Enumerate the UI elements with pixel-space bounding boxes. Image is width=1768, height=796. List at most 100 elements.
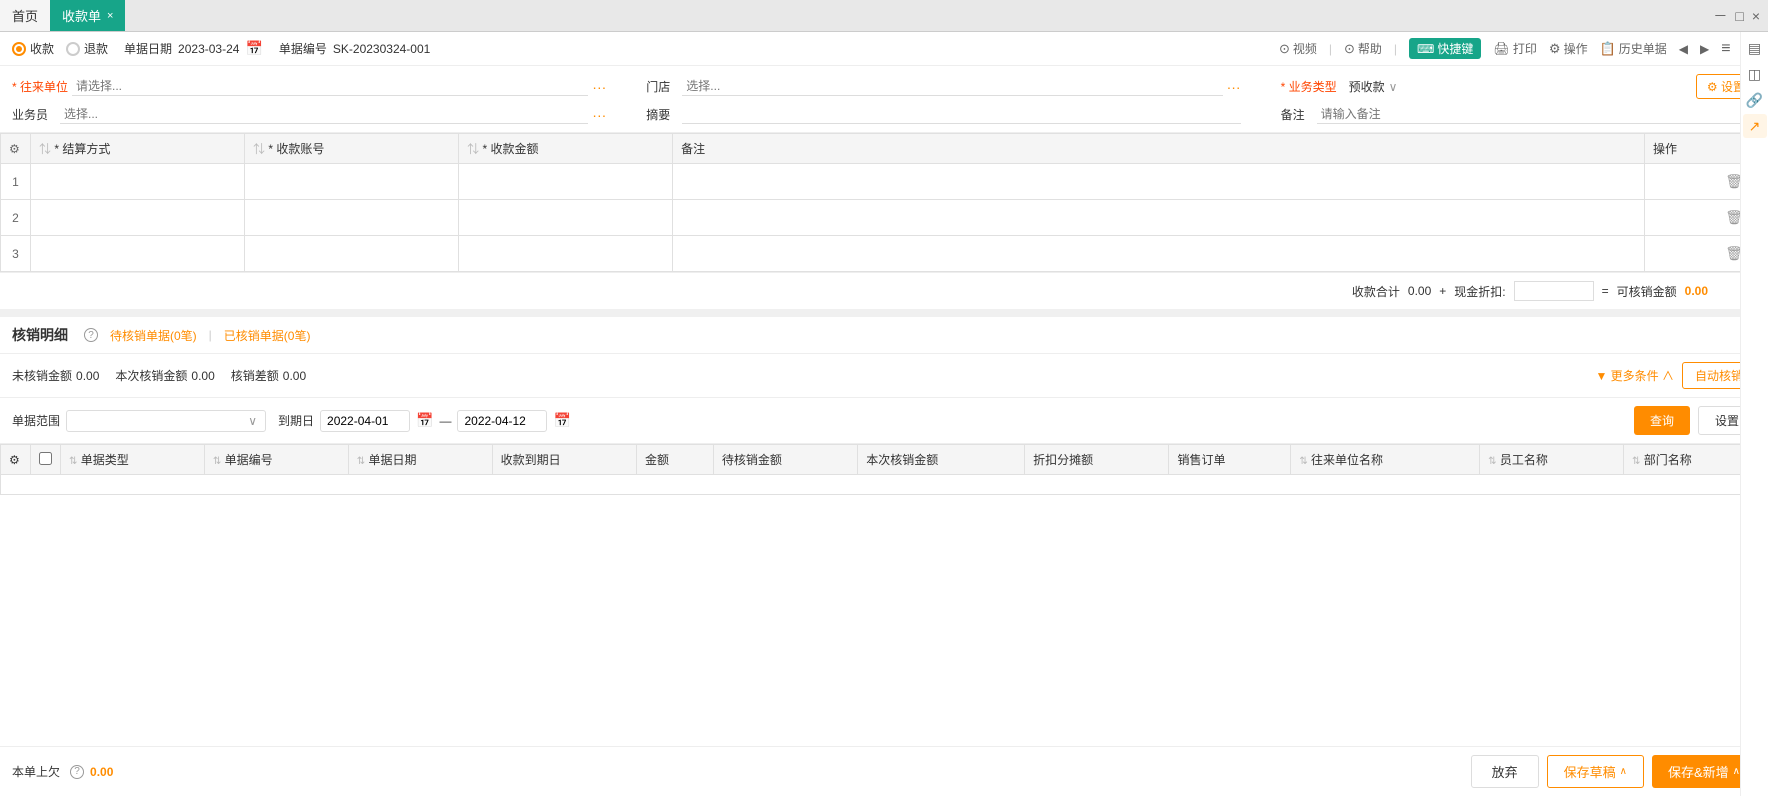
operation-button[interactable]: ⚙ 操作 — [1549, 40, 1588, 57]
tab-home[interactable]: 首页 — [0, 0, 50, 31]
table-gear-icon[interactable]: ⚙ — [9, 142, 20, 156]
bt-col-sales-order: 销售订单 — [1169, 445, 1291, 475]
sidebar-expand-icon[interactable]: ↗ — [1743, 114, 1767, 138]
discard-button[interactable]: 放弃 — [1471, 755, 1539, 788]
form-row-1: * 往来单位 ··· 门店 ··· * 业务类型 预收款 ∨ ⚙ 设置 — [12, 74, 1756, 99]
bt-col-staff: ⇅ 员工名称 — [1480, 445, 1624, 475]
right-sidebar: ▤ ◫ 🔗 ↗ — [1740, 32, 1768, 796]
range-filter-label: 单据范围 — [12, 412, 60, 429]
remark-field: 备注 — [1281, 105, 1756, 124]
row-2-account[interactable] — [245, 200, 459, 236]
footer-actions: 放弃 保存草稿 ∧ 保存&新增 ∧ — [1471, 755, 1756, 788]
minimize-button[interactable]: － — [1713, 6, 1727, 26]
sidebar-link-icon[interactable]: 🔗 — [1743, 88, 1767, 112]
range-filter-field: 单据范围 ∨ — [12, 410, 266, 432]
bt-col-date: ⇅ 单据日期 — [348, 445, 492, 475]
tab-bar: 首页 收款单 × － □ × — [0, 0, 1768, 32]
close-button[interactable]: × — [1752, 8, 1760, 24]
save-draft-button[interactable]: 保存草稿 ∧ — [1547, 755, 1644, 788]
table-col-settings[interactable]: ⚙ — [1, 134, 31, 164]
range-filter-select[interactable]: ∨ — [66, 410, 266, 432]
date-end-input[interactable] — [457, 410, 547, 432]
calendar-icon[interactable]: 📅 — [245, 40, 262, 57]
row-1-account[interactable] — [245, 164, 459, 200]
pending-tab[interactable]: 待核销单据(0笔) — [110, 327, 197, 344]
list-view-button[interactable]: ≡ — [1721, 40, 1730, 58]
discount-input[interactable] — [1514, 281, 1594, 301]
total-value: 0.00 — [1408, 284, 1431, 298]
row-3-payment[interactable] — [31, 236, 245, 272]
bt-checkbox-all[interactable] — [39, 452, 52, 465]
sidebar-layout-icon[interactable]: ◫ — [1743, 62, 1767, 86]
date-end-calendar-icon[interactable]: 📅 — [553, 412, 570, 429]
business-type-select[interactable]: 预收款 ∨ — [1349, 78, 1680, 95]
partner-more-button[interactable]: ··· — [592, 79, 606, 95]
row-1-num: 1 — [1, 164, 31, 200]
date-start-input[interactable] — [320, 410, 410, 432]
row-1-amount[interactable] — [459, 164, 673, 200]
date-start-calendar-icon[interactable]: 📅 — [416, 412, 433, 429]
sidebar-table-icon[interactable]: ▤ — [1743, 36, 1767, 60]
more-conditions-button[interactable]: ▼ 更多条件 ∧ — [1595, 367, 1674, 384]
business-type-field: * 业务类型 预收款 ∨ ⚙ 设置 — [1281, 74, 1756, 99]
bt-gear-icon[interactable]: ⚙ — [9, 453, 20, 467]
nav-left-button[interactable]: ◀ — [1679, 42, 1688, 56]
nav-right-button[interactable]: ▶ — [1700, 42, 1709, 56]
shop-input[interactable] — [682, 77, 1222, 96]
remark-input[interactable] — [1317, 105, 1756, 124]
number-field: 单据编号 SK-20230324-001 — [279, 40, 430, 57]
tab-receipt-close[interactable]: × — [107, 10, 113, 22]
tab-bar-right: － □ × — [1713, 6, 1768, 26]
table-header-row: ⚙ ⇅ * 结算方式 ⇅ * 收款账号 ⇅ * 收款金额 — [1, 134, 1768, 164]
staff-input[interactable] — [60, 105, 588, 124]
tab-receipt[interactable]: 收款单 × — [50, 0, 125, 31]
toolbar-right: ⊙ 视频 | ⊙ 帮助 | ⌨ 快捷键 🖨 打印 ⚙ 操作 📋 — [1279, 38, 1756, 59]
bt-col-checkbox[interactable] — [31, 445, 61, 475]
reconcile-info-icon[interactable]: ? — [84, 328, 98, 342]
bt-col-number: ⇅ 单据编号 — [204, 445, 348, 475]
save-new-label: 保存&新增 — [1668, 762, 1729, 781]
number-value: SK-20230324-001 — [333, 42, 430, 56]
sort-type: ⇅ — [69, 456, 77, 467]
bottom-table-area: ⚙ ⇅ 单据类型 ⇅ 单据编号 — [0, 444, 1768, 495]
history-button[interactable]: 📋 历史单据 — [1600, 40, 1667, 57]
summary-row: 收款合计 0.00 + 现金折扣: = 可核销金额 0.00 — [0, 272, 1768, 309]
bt-col-settings[interactable]: ⚙ — [1, 445, 31, 475]
footer-info-icon[interactable]: ? — [70, 765, 84, 779]
row-3-amount[interactable] — [459, 236, 673, 272]
summary-input[interactable] — [682, 105, 1240, 124]
diff-label: 核销差额 — [231, 367, 279, 384]
reconcile-section: 核销明细 ? 待核销单据(0笔) | 已核销单据(0笔) 未核销金额 0.00 … — [0, 317, 1768, 495]
row-2-amount[interactable] — [459, 200, 673, 236]
current-value: 0.00 — [191, 369, 214, 383]
table-col-payment-method: ⇅ * 结算方式 — [31, 134, 245, 164]
query-button[interactable]: 查询 — [1634, 406, 1690, 435]
diff-stat: 核销差额 0.00 — [231, 367, 306, 384]
restore-button[interactable]: □ — [1735, 8, 1743, 24]
print-icon: 🖨 — [1493, 41, 1510, 57]
partner-input[interactable] — [72, 77, 588, 96]
row-2-payment[interactable] — [31, 200, 245, 236]
done-tab[interactable]: 已核销单据(0笔) — [224, 327, 311, 344]
video-button[interactable]: ⊙ 视频 — [1279, 40, 1317, 57]
help-button[interactable]: ⊙ 帮助 — [1344, 40, 1382, 57]
row-1-payment[interactable] — [31, 164, 245, 200]
staff-more-button[interactable]: ··· — [592, 107, 606, 123]
partner-field: * 往来单位 ··· — [12, 77, 606, 96]
tab-receipt-label: 收款单 — [62, 6, 101, 25]
save-new-arrow: ∧ — [1733, 766, 1740, 777]
shop-more-button[interactable]: ··· — [1227, 79, 1241, 95]
operation-label: 操作 — [1564, 40, 1588, 57]
bt-col-amount: 金额 — [636, 445, 713, 475]
shortcut-button[interactable]: ⌨ 快捷键 — [1409, 38, 1481, 59]
row-3-account[interactable] — [245, 236, 459, 272]
bt-col-discount: 折扣分摊额 — [1025, 445, 1169, 475]
date-label: 单据日期 — [124, 40, 172, 57]
row-2-remark[interactable] — [673, 200, 1645, 236]
receipt-radio[interactable]: 收款 — [12, 40, 54, 57]
row-3-remark[interactable] — [673, 236, 1645, 272]
sort-dept: ⇅ — [1632, 456, 1640, 467]
row-1-remark[interactable] — [673, 164, 1645, 200]
refund-radio[interactable]: 退款 — [66, 40, 108, 57]
print-button[interactable]: 🖨 打印 — [1493, 40, 1537, 57]
